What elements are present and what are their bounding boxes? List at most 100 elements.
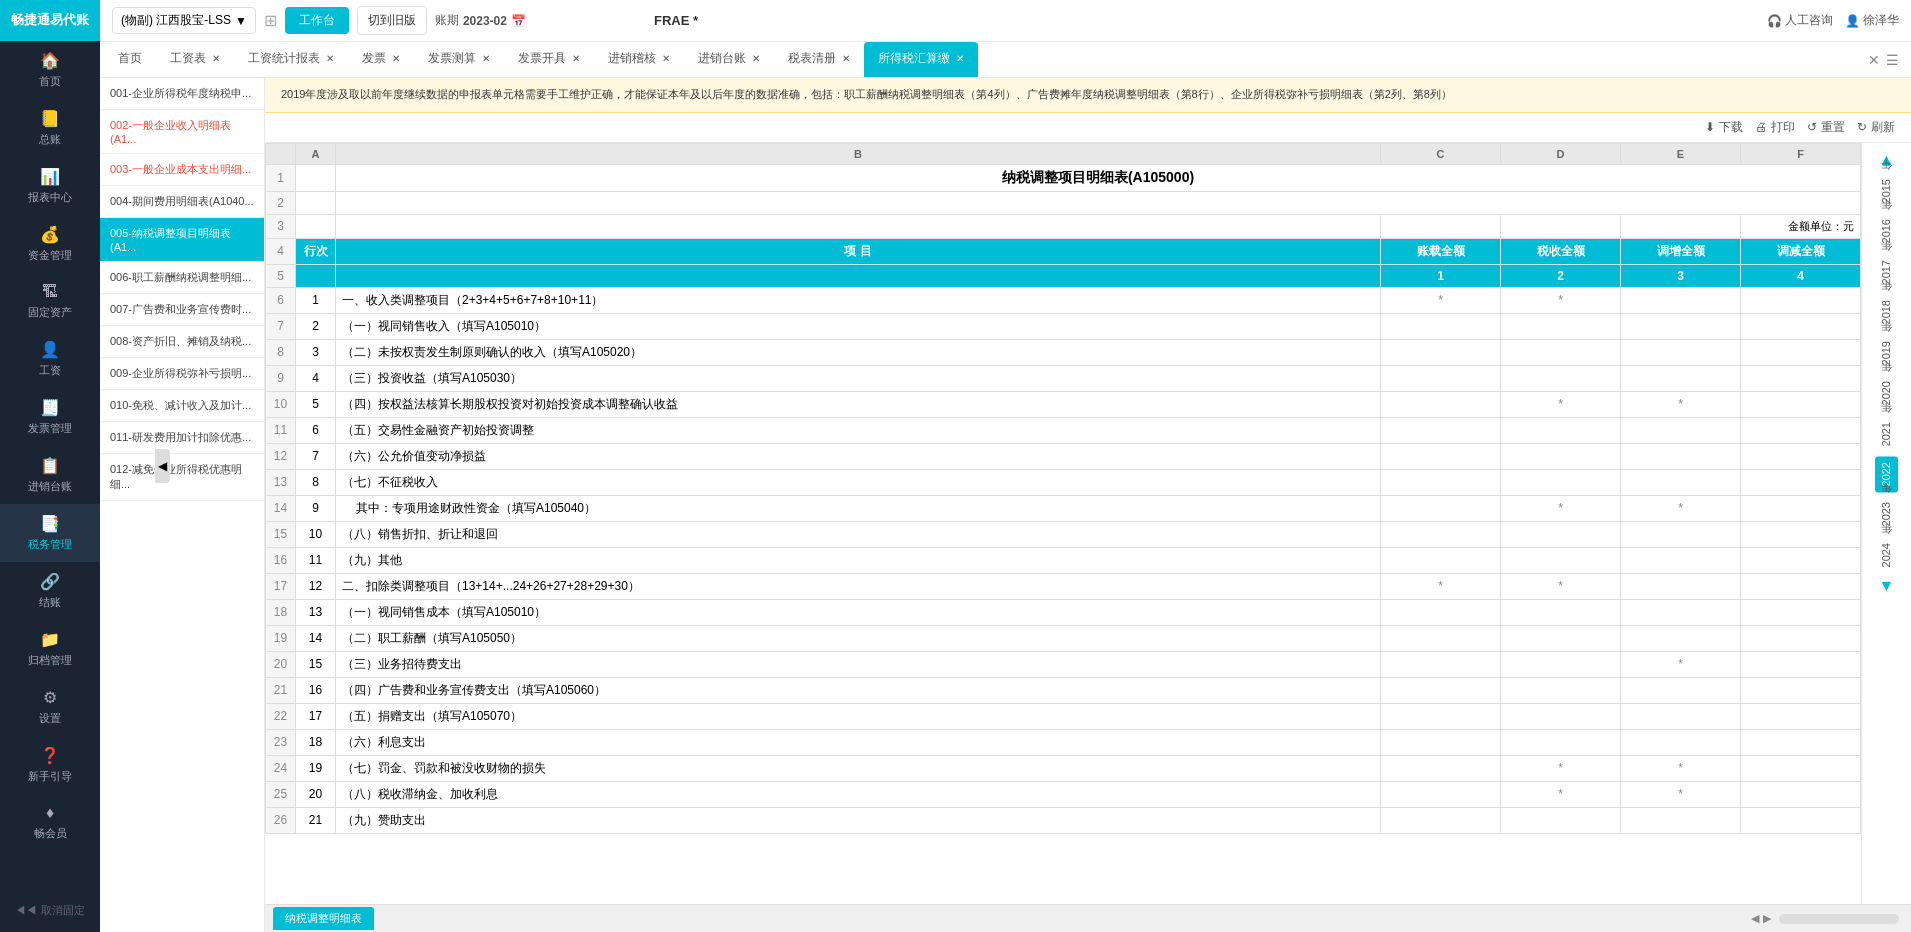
left-item-008[interactable]: 008-资产折旧、摊销及纳税... (100, 326, 264, 358)
cell-20C[interactable] (1381, 651, 1501, 677)
year-2024[interactable]: 2024年 (1875, 537, 1898, 573)
cell-18D[interactable] (1501, 599, 1621, 625)
refresh-button[interactable]: ↻ 刷新 (1857, 119, 1895, 136)
tab-close-purchase-ledger[interactable]: ✕ (752, 53, 760, 64)
cell-19E[interactable] (1621, 625, 1741, 651)
cell-6D[interactable]: * (1501, 287, 1621, 313)
cell-25F[interactable] (1741, 781, 1861, 807)
cell-14D[interactable]: * (1501, 495, 1621, 521)
cell-19D[interactable] (1501, 625, 1621, 651)
cell-12F[interactable] (1741, 443, 1861, 469)
left-item-011[interactable]: 011-研发费用加计扣除优惠... (100, 422, 264, 454)
left-item-003[interactable]: 003-一般企业成本支出明细... (100, 154, 264, 186)
tab-close-salary[interactable]: ✕ (212, 53, 220, 64)
cell-23B[interactable]: （六）利息支出 (336, 729, 1381, 755)
cell-6C[interactable]: * (1381, 287, 1501, 313)
cell-21E[interactable] (1621, 677, 1741, 703)
cell-24E[interactable]: * (1621, 755, 1741, 781)
cell-7C[interactable] (1381, 313, 1501, 339)
cell-21F[interactable] (1741, 677, 1861, 703)
left-item-005[interactable]: 005-纳税调整项目明细表(A1... (100, 218, 264, 262)
cell-10E[interactable]: * (1621, 391, 1741, 417)
cell-9D[interactable] (1501, 365, 1621, 391)
cell-13D[interactable] (1501, 469, 1621, 495)
copy-icon[interactable]: ⊞ (264, 11, 277, 30)
cell-17F[interactable] (1741, 573, 1861, 599)
sidebar-item-member[interactable]: ♦ 畅会员 (0, 794, 100, 851)
tab-close-income-tax[interactable]: ✕ (956, 53, 964, 64)
cell-6B[interactable]: 一、收入类调整项目（2+3+4+5+6+7+8+10+11） (336, 287, 1381, 313)
cell-24C[interactable] (1381, 755, 1501, 781)
cell-7B[interactable]: （一）视同销售收入（填写A105010） (336, 313, 1381, 339)
cell-16E[interactable] (1621, 547, 1741, 573)
left-item-012[interactable]: 012-减免企业所得税优惠明细... (100, 454, 264, 501)
cell-20D[interactable] (1501, 651, 1621, 677)
sidebar-item-assets[interactable]: 🏗 固定资产 (0, 273, 100, 330)
sidebar-item-finance[interactable]: 💰 资金管理 (0, 215, 100, 273)
year-2015[interactable]: 2015年 (1875, 173, 1898, 209)
cell-19B[interactable]: （二）职工薪酬（填写A105050） (336, 625, 1381, 651)
cell-13B[interactable]: （七）不征税收入 (336, 469, 1381, 495)
tab-home[interactable]: 首页 (104, 42, 156, 77)
cell-10F[interactable] (1741, 391, 1861, 417)
year-down-button[interactable]: ▼ (1879, 577, 1895, 595)
old-version-button[interactable]: 切到旧版 (357, 6, 427, 35)
tab-close-invoice[interactable]: ✕ (392, 53, 400, 64)
tab-income-tax[interactable]: 所得税汇算缴✕ (864, 42, 978, 77)
support-link[interactable]: 🎧 人工咨询 (1767, 12, 1833, 29)
nav-close-icon[interactable]: ✕ (1868, 52, 1880, 68)
cell-8F[interactable] (1741, 339, 1861, 365)
cell-10C[interactable] (1381, 391, 1501, 417)
cell-19C[interactable] (1381, 625, 1501, 651)
cell-15F[interactable] (1741, 521, 1861, 547)
tab-close-invoice-calc[interactable]: ✕ (482, 53, 490, 64)
left-item-007[interactable]: 007-广告费和业务宣传费时... (100, 294, 264, 326)
year-2018[interactable]: 2018年 (1875, 294, 1898, 330)
cell-18F[interactable] (1741, 599, 1861, 625)
tab-close-salary-report[interactable]: ✕ (326, 53, 334, 64)
cell-11C[interactable] (1381, 417, 1501, 443)
cell-23E[interactable] (1621, 729, 1741, 755)
year-2022[interactable]: 2022年 (1875, 456, 1898, 492)
workbench-button[interactable]: 工作台 (285, 7, 349, 34)
sidebar-item-invoice-mgmt[interactable]: 🧾 发票管理 (0, 388, 100, 446)
tab-purchase-ledger[interactable]: 进销台账✕ (684, 42, 774, 77)
cell-8E[interactable] (1621, 339, 1741, 365)
cell-9F[interactable] (1741, 365, 1861, 391)
cell-24F[interactable] (1741, 755, 1861, 781)
cell-26D[interactable] (1501, 807, 1621, 833)
sidebar-item-ledger[interactable]: 📒 总账 (0, 99, 100, 157)
tab-close-invoice-issue[interactable]: ✕ (572, 53, 580, 64)
left-item-009[interactable]: 009-企业所得税弥补亏损明... (100, 358, 264, 390)
cell-13F[interactable] (1741, 469, 1861, 495)
cell-25C[interactable] (1381, 781, 1501, 807)
cell-11B[interactable]: （五）交易性金融资产初始投资调整 (336, 417, 1381, 443)
download-button[interactable]: ⬇ 下载 (1705, 119, 1743, 136)
cell-12E[interactable] (1621, 443, 1741, 469)
cell-17D[interactable]: * (1501, 573, 1621, 599)
reset-button[interactable]: ↺ 重置 (1807, 119, 1845, 136)
cell-14E[interactable]: * (1621, 495, 1741, 521)
cell-17C[interactable]: * (1381, 573, 1501, 599)
cell-25E[interactable]: * (1621, 781, 1741, 807)
left-item-010[interactable]: 010-免税、减计收入及加计... (100, 390, 264, 422)
cell-16F[interactable] (1741, 547, 1861, 573)
cell-24D[interactable]: * (1501, 755, 1621, 781)
cell-11F[interactable] (1741, 417, 1861, 443)
sidebar-item-home[interactable]: 🏠 首页 (0, 41, 100, 99)
tab-tax-clear[interactable]: 税表清册✕ (774, 42, 864, 77)
cell-23D[interactable] (1501, 729, 1621, 755)
panel-collapse-btn[interactable]: ◀ (155, 449, 170, 483)
calendar-icon[interactable]: 📅 (511, 14, 526, 28)
cell-20B[interactable]: （三）业务招待费支出 (336, 651, 1381, 677)
scroll-left-icon[interactable]: ◀ (1751, 912, 1759, 925)
sidebar-item-closing[interactable]: 🔗 结账 (0, 562, 100, 620)
sidebar-item-purchase-sale[interactable]: 📋 进销台账 (0, 446, 100, 504)
cell-20E[interactable]: * (1621, 651, 1741, 677)
cell-9C[interactable] (1381, 365, 1501, 391)
year-2020[interactable]: 2020年 (1875, 375, 1898, 411)
left-item-006[interactable]: 006-职工薪酬纳税调整明细... (100, 262, 264, 294)
year-2023[interactable]: 2023年 (1875, 496, 1898, 532)
cell-15E[interactable] (1621, 521, 1741, 547)
sidebar-item-settings[interactable]: ⚙ 设置 (0, 678, 100, 736)
